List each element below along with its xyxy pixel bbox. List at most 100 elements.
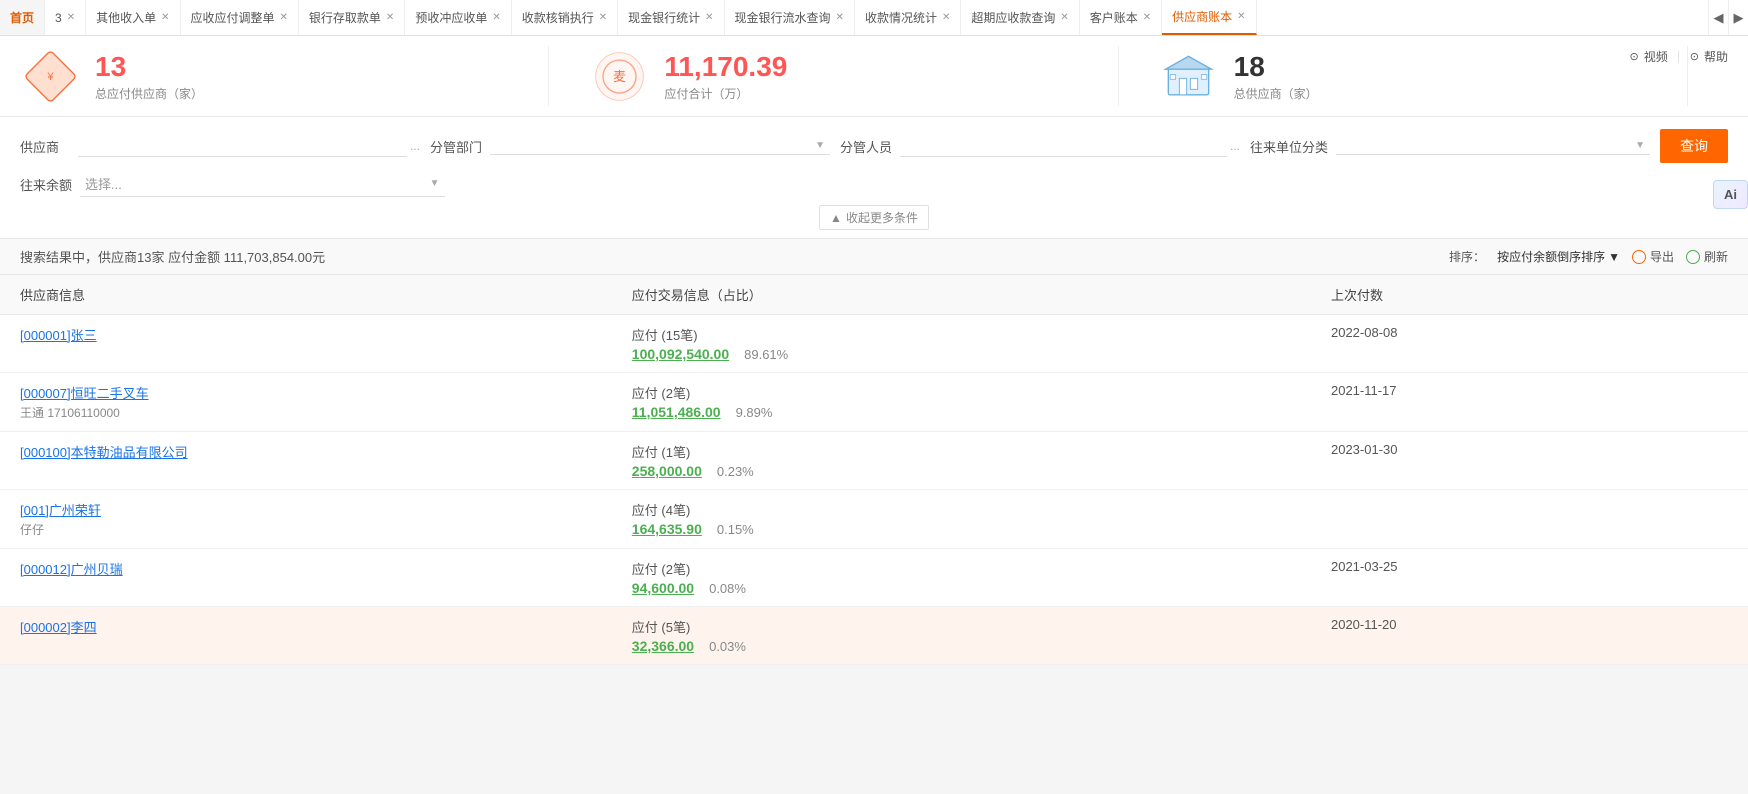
department-select[interactable]: ▼ — [490, 137, 830, 155]
wheat-icon: 麦 — [589, 46, 649, 106]
last-payment-date: 2020-11-20 — [1331, 617, 1397, 632]
supplier-link[interactable]: [001]广州荣轩 — [20, 503, 101, 518]
balance-select[interactable]: 选择... ▼ — [80, 171, 444, 197]
supplier-link[interactable]: [000012]广州贝瑞 — [20, 562, 123, 577]
payable-count: (5笔) — [658, 620, 691, 635]
nav-item-bank-deposit[interactable]: 银行存取款单 ✕ — [299, 0, 405, 35]
chevron-down-icon-2: ▼ — [1635, 140, 1645, 151]
payable-count: (15笔) — [658, 328, 698, 343]
close-icon[interactable]: ✕ — [1143, 12, 1151, 23]
nav-item-customer-ledger[interactable]: 客户账本 ✕ — [1080, 0, 1162, 35]
person-filter-label: 分管人员 — [840, 137, 892, 156]
payable-label-row: 应付 (2笔) — [632, 383, 1291, 402]
stat-info-payable-amount: 11,170.39 应付合计（万） — [664, 50, 787, 103]
nav-item-cash-bank-stats[interactable]: 现金银行统计 ✕ — [618, 0, 724, 35]
payable-cell: 应付 (5笔)32,366.000.03% — [612, 607, 1311, 665]
video-link[interactable]: 视频 — [1644, 48, 1668, 65]
supplier-link[interactable]: [000100]本特勒油品有限公司 — [20, 445, 188, 460]
stats-bar: ¥ 13 总应付供应商（家） 麦 11,170.39 应付合计（万） — [0, 36, 1748, 117]
stat-info-payable-suppliers: 13 总应付供应商（家） — [95, 50, 203, 103]
stat-info-total-suppliers: 18 总供应商（家） — [1234, 50, 1318, 103]
person-ellipsis[interactable]: ... — [1230, 139, 1240, 153]
export-action[interactable]: 导出 — [1632, 248, 1674, 265]
collapse-button[interactable]: ▲ 收起更多条件 — [819, 205, 929, 230]
nav-right-arrow[interactable]: ▶ — [1728, 0, 1748, 36]
supplier-link[interactable]: [000002]李四 — [20, 620, 97, 635]
last-payment-date: 2022-08-08 — [1331, 325, 1398, 340]
close-icon[interactable]: ✕ — [492, 12, 500, 23]
ai-panel[interactable]: Ai — [1713, 180, 1748, 209]
payable-amount[interactable]: 100,092,540.00 — [632, 346, 729, 362]
close-icon[interactable]: ✕ — [386, 12, 394, 23]
top-navigation: 首页 3 ✕ 其他收入单 ✕ 应收应付调整单 ✕ 银行存取款单 ✕ 预收冲应收单… — [0, 0, 1748, 36]
payable-amount[interactable]: 258,000.00 — [632, 463, 702, 479]
supplier-input[interactable] — [78, 135, 407, 157]
nav-item-overdue-ar[interactable]: 超期应收款查询 ✕ — [961, 0, 1079, 35]
nav-item-other-income[interactable]: 其他收入单 ✕ — [86, 0, 180, 35]
nav-item-supplier-ledger[interactable]: 供应商账本 ✕ — [1162, 0, 1256, 35]
nav-item-ar-ap-adjust[interactable]: 应收应付调整单 ✕ — [181, 0, 299, 35]
nav-label-cash-flow: 现金银行流水查询 — [735, 9, 831, 26]
payable-cell: 应付 (4笔)164,635.900.15% — [612, 490, 1311, 549]
close-icon[interactable]: ✕ — [599, 12, 607, 23]
close-icon[interactable]: ✕ — [836, 12, 844, 23]
nav-label-tab3: 3 — [55, 11, 62, 25]
last-payment-cell: 2021-03-25 — [1311, 549, 1748, 607]
refresh-action[interactable]: 刷新 — [1686, 248, 1728, 265]
payable-cell: 应付 (2笔)11,051,486.009.89% — [612, 373, 1311, 432]
result-summary-text: 搜索结果中，供应商13家 应付金额 111,703,854.00元 — [20, 247, 325, 266]
supplier-link[interactable]: [000001]张三 — [20, 328, 97, 343]
payable-amount-row: 32,366.000.03% — [632, 636, 1291, 654]
close-icon[interactable]: ✕ — [280, 12, 288, 23]
col-header-supplier-info: 供应商信息 — [0, 275, 612, 315]
category-select[interactable]: ▼ — [1336, 137, 1650, 155]
filter-balance: 往来余额 选择... ▼ — [20, 171, 445, 197]
nav-left-arrow[interactable]: ◀ — [1708, 0, 1728, 36]
payable-count: (1笔) — [658, 445, 691, 460]
payable-amount[interactable]: 164,635.90 — [632, 521, 702, 537]
nav-label-other-income: 其他收入单 — [96, 9, 156, 26]
payable-amount[interactable]: 11,051,486.00 — [632, 404, 721, 420]
nav-item-tab3[interactable]: 3 ✕ — [45, 0, 86, 35]
close-icon[interactable]: ✕ — [942, 12, 950, 23]
collapse-up-icon: ▲ — [830, 211, 842, 225]
sort-select[interactable]: 按应付余额倒序排序 ▼ — [1497, 248, 1620, 265]
stat-number-payable-amount: 11,170.39 — [664, 50, 787, 84]
close-icon[interactable]: ✕ — [1060, 12, 1068, 23]
nav-item-receipt-stats[interactable]: 收款情况统计 ✕ — [855, 0, 961, 35]
payable-label: 应付 — [632, 562, 658, 577]
supplier-sub-info: 仔仔 — [20, 521, 592, 538]
close-icon[interactable]: ✕ — [705, 12, 713, 23]
circle-icon-2: ⊙ — [1690, 50, 1699, 63]
supplier-cell: [000001]张三 — [0, 315, 612, 373]
filter-area: 供应商 ... 分管部门 ▼ 分管人员 ... 往来单位分类 ▼ — [0, 117, 1748, 239]
table-row: [000001]张三应付 (15笔)100,092,540.0089.61%20… — [0, 315, 1748, 373]
supplier-ellipsis[interactable]: ... — [410, 139, 420, 153]
separator: ｜ — [1673, 48, 1685, 65]
result-summary-bar: 搜索结果中，供应商13家 应付金额 111,703,854.00元 排序： 按应… — [0, 239, 1748, 275]
close-icon[interactable]: ✕ — [67, 12, 75, 23]
payable-label: 应付 — [632, 445, 658, 460]
sidebar-item-home[interactable]: 首页 — [0, 0, 45, 35]
nav-item-cash-flow[interactable]: 现金银行流水查询 ✕ — [725, 0, 855, 35]
export-icon — [1632, 250, 1646, 264]
refresh-icon — [1686, 250, 1700, 264]
stat-block-payable-amount: 麦 11,170.39 应付合计（万） — [589, 46, 1118, 106]
nav-item-advance-ar[interactable]: 预收冲应收单 ✕ — [405, 0, 511, 35]
sort-arrow-icon: ▼ — [1608, 250, 1620, 264]
stat-block-total-suppliers: 18 总供应商（家） — [1159, 46, 1688, 106]
supplier-link[interactable]: [000007]恒旺二手叉车 — [20, 386, 149, 401]
close-icon[interactable]: ✕ — [161, 12, 169, 23]
payable-percent: 89.61% — [744, 347, 788, 362]
filter-supplier: 供应商 ... — [20, 135, 420, 157]
query-button[interactable]: 查询 — [1660, 129, 1728, 163]
payable-amount[interactable]: 32,366.00 — [632, 638, 694, 654]
category-filter-label: 往来单位分类 — [1250, 137, 1328, 156]
payable-amount[interactable]: 94,600.00 — [632, 580, 694, 596]
nav-item-receipt-verify[interactable]: 收款核销执行 ✕ — [512, 0, 618, 35]
svg-text:¥: ¥ — [46, 71, 54, 83]
person-input[interactable] — [900, 135, 1227, 157]
close-icon[interactable]: ✕ — [1237, 11, 1245, 22]
payable-amount-row: 164,635.900.15% — [632, 519, 1291, 537]
help-link[interactable]: 帮助 — [1704, 48, 1728, 65]
